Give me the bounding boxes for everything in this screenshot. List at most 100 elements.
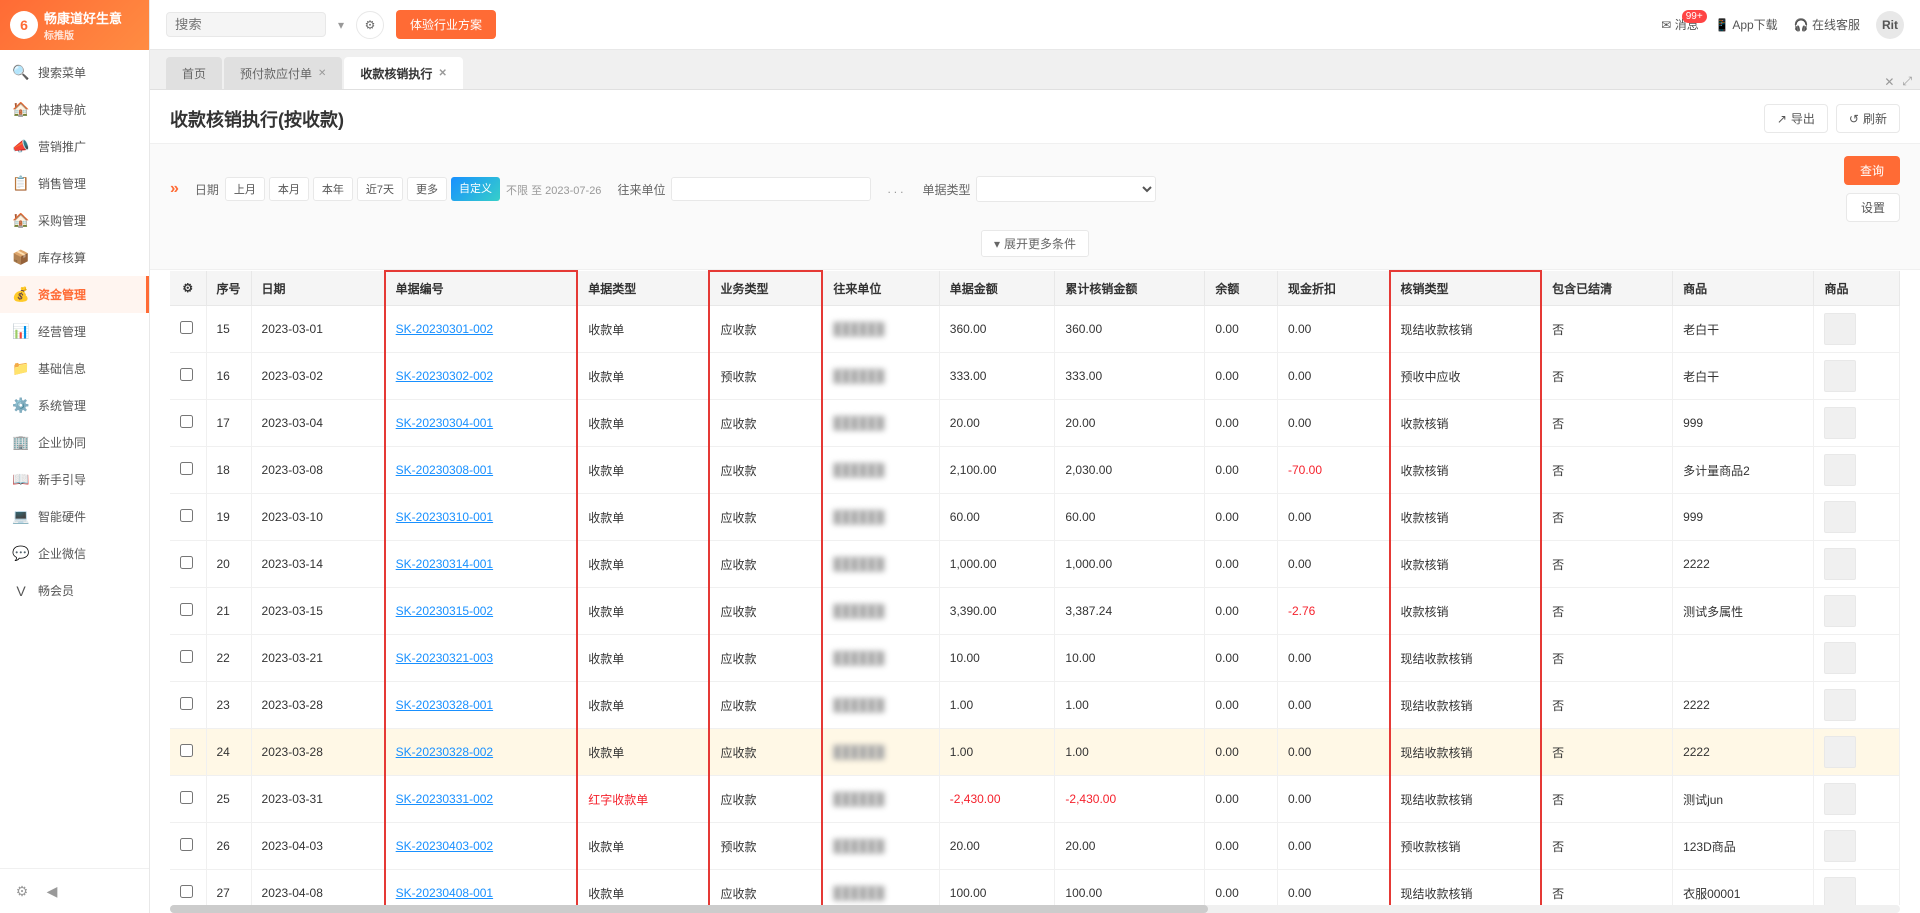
cell-include-settled: 否 <box>1541 588 1672 635</box>
basic-icon: 📁 <box>12 360 30 377</box>
sidebar-item-sales[interactable]: 📋 销售管理 <box>0 165 149 202</box>
sidebar-collapse-button[interactable]: ◀ <box>40 879 64 903</box>
tab-close-all-icon[interactable]: ✕ <box>1884 75 1894 89</box>
sidebar-item-system[interactable]: ⚙️ 系统管理 <box>0 387 149 424</box>
sidebar-item-search[interactable]: 🔍 搜索菜单 <box>0 54 149 91</box>
sidebar-bottom: ⚙ ◀ <box>0 868 149 913</box>
sidebar-item-purchase[interactable]: 🏠 采购管理 <box>0 202 149 239</box>
table-row: 262023-04-03SK-20230403-002收款单预收款██████2… <box>170 823 1900 870</box>
this-month-btn[interactable]: 本月 <box>269 177 309 201</box>
row-checkbox[interactable] <box>180 321 193 334</box>
voucher-type-select[interactable] <box>976 176 1156 202</box>
table-row: 202023-03-14SK-20230314-001收款单应收款██████1… <box>170 541 1900 588</box>
cell-voucher-no[interactable]: SK-20230331-002 <box>385 776 578 823</box>
refresh-button[interactable]: ↺ 刷新 <box>1836 104 1900 133</box>
row-checkbox[interactable] <box>180 509 193 522</box>
query-button[interactable]: 查询 <box>1844 156 1900 185</box>
sidebar-item-wechat[interactable]: 💬 企业微信 <box>0 535 149 572</box>
row-checkbox[interactable] <box>180 697 193 710</box>
cell-amount: 60.00 <box>939 494 1055 541</box>
sidebar-item-hardware[interactable]: 💻 智能硬件 <box>0 498 149 535</box>
sidebar-gear-button[interactable]: ⚙ <box>10 879 34 903</box>
app-download-button[interactable]: 📱 App下载 <box>1715 16 1778 33</box>
cell-voucher-no[interactable]: SK-20230310-001 <box>385 494 578 541</box>
row-checkbox[interactable] <box>180 415 193 428</box>
cell-goods: 多计量商品2 <box>1673 447 1814 494</box>
cell-voucher-no[interactable]: SK-20230321-003 <box>385 635 578 682</box>
tab-home[interactable]: 首页 <box>166 57 222 89</box>
this-year-btn[interactable]: 本年 <box>313 177 353 201</box>
cell-voucher-no[interactable]: SK-20230403-002 <box>385 823 578 870</box>
notification-button[interactable]: ✉ 消息 99+ <box>1661 16 1698 33</box>
cell-voucher-no[interactable]: SK-20230314-001 <box>385 541 578 588</box>
tab-collection[interactable]: 收款核销执行 ✕ <box>344 57 462 89</box>
custom-date-btn[interactable]: 自定义 <box>451 177 500 201</box>
export-button[interactable]: ↗ 导出 <box>1764 104 1828 133</box>
cell-cash-discount: 0.00 <box>1277 635 1389 682</box>
row-checkbox[interactable] <box>180 885 193 898</box>
cell-goods2 <box>1814 635 1900 682</box>
row-checkbox[interactable] <box>180 838 193 851</box>
more-date-btn[interactable]: 更多 <box>407 177 447 201</box>
user-avatar[interactable]: Rit <box>1876 11 1904 39</box>
cell-include-settled: 否 <box>1541 682 1672 729</box>
cell-voucher-no[interactable]: SK-20230328-002 <box>385 729 578 776</box>
row-checkbox[interactable] <box>180 791 193 804</box>
tab-collection-close[interactable]: ✕ <box>438 68 446 79</box>
cell-voucher-no[interactable]: SK-20230308-001 <box>385 447 578 494</box>
cell-cash-discount: 0.00 <box>1277 494 1389 541</box>
cell-voucher-no[interactable]: SK-20230315-002 <box>385 588 578 635</box>
sidebar-item-marketing[interactable]: 📣 营销推广 <box>0 128 149 165</box>
cell-cash-discount: 0.00 <box>1277 870 1389 906</box>
settings-button[interactable]: 设置 <box>1846 193 1900 222</box>
th-settings[interactable]: ⚙ <box>170 271 206 306</box>
cell-voucher-no[interactable]: SK-20230408-001 <box>385 870 578 906</box>
cell-cash-discount: 0.00 <box>1277 823 1389 870</box>
scrollbar-thumb[interactable] <box>170 905 1208 913</box>
cell-checkbox <box>170 588 206 635</box>
page-title: 收款核销执行(按收款) <box>170 106 344 132</box>
phone-icon: 📱 <box>1715 18 1730 32</box>
cell-voucher-no[interactable]: SK-20230302-002 <box>385 353 578 400</box>
sidebar-item-inventory[interactable]: 📦 库存核算 <box>0 239 149 276</box>
last-month-btn[interactable]: 上月 <box>225 177 265 201</box>
cell-voucher-no[interactable]: SK-20230301-002 <box>385 306 578 353</box>
last-7days-btn[interactable]: 近7天 <box>357 177 403 201</box>
tab-expand-icon[interactable]: ⤢ <box>1902 74 1912 89</box>
industry-solution-button[interactable]: 体验行业方案 <box>396 10 496 39</box>
tab-prepay-close[interactable]: ✕ <box>318 68 326 79</box>
row-checkbox[interactable] <box>180 556 193 569</box>
sidebar-item-finance[interactable]: 💰 资金管理 <box>0 276 149 313</box>
row-checkbox[interactable] <box>180 650 193 663</box>
row-checkbox[interactable] <box>180 603 193 616</box>
partner-input[interactable] <box>671 177 871 201</box>
row-checkbox[interactable] <box>180 368 193 381</box>
cell-voucher-type: 收款单 <box>577 588 709 635</box>
tab-prepay[interactable]: 预付款应付单 ✕ <box>224 57 342 89</box>
cell-partner: ██████ <box>822 353 939 400</box>
header-gear-button[interactable]: ⚙ <box>356 11 384 39</box>
app-header: ▾ ⚙ 体验行业方案 ✉ 消息 99+ 📱 App下载 🎧 在线客服 Rit <box>150 0 1920 50</box>
cell-amount: 3,390.00 <box>939 588 1055 635</box>
sidebar-item-quick[interactable]: 🏠 快捷导航 <box>0 91 149 128</box>
header-dropdown-icon[interactable]: ▾ <box>338 18 344 32</box>
horizontal-scrollbar[interactable] <box>170 905 1900 913</box>
cell-goods: 123D商品 <box>1673 823 1814 870</box>
cell-cash-discount: -70.00 <box>1277 447 1389 494</box>
sidebar-item-enterprise[interactable]: 🏢 企业协同 <box>0 424 149 461</box>
cell-no: 18 <box>206 447 251 494</box>
sidebar-item-guide[interactable]: 📖 新手引导 <box>0 461 149 498</box>
expand-conditions-button[interactable]: ▾ 展开更多条件 <box>981 230 1089 257</box>
sidebar-item-operations[interactable]: 📊 经营管理 <box>0 313 149 350</box>
row-checkbox[interactable] <box>180 744 193 757</box>
cell-voucher-no[interactable]: SK-20230328-001 <box>385 682 578 729</box>
cell-voucher-no[interactable]: SK-20230304-001 <box>385 400 578 447</box>
row-checkbox[interactable] <box>180 462 193 475</box>
online-service-button[interactable]: 🎧 在线客服 <box>1794 16 1860 33</box>
cell-balance: 0.00 <box>1205 870 1278 906</box>
header-search-input[interactable] <box>166 12 326 37</box>
sidebar-item-basic[interactable]: 📁 基础信息 <box>0 350 149 387</box>
filter-toggle-arrow[interactable]: » <box>170 180 179 198</box>
sidebar-item-member[interactable]: V 畅会员 <box>0 572 149 609</box>
cell-cash-discount: 0.00 <box>1277 682 1389 729</box>
